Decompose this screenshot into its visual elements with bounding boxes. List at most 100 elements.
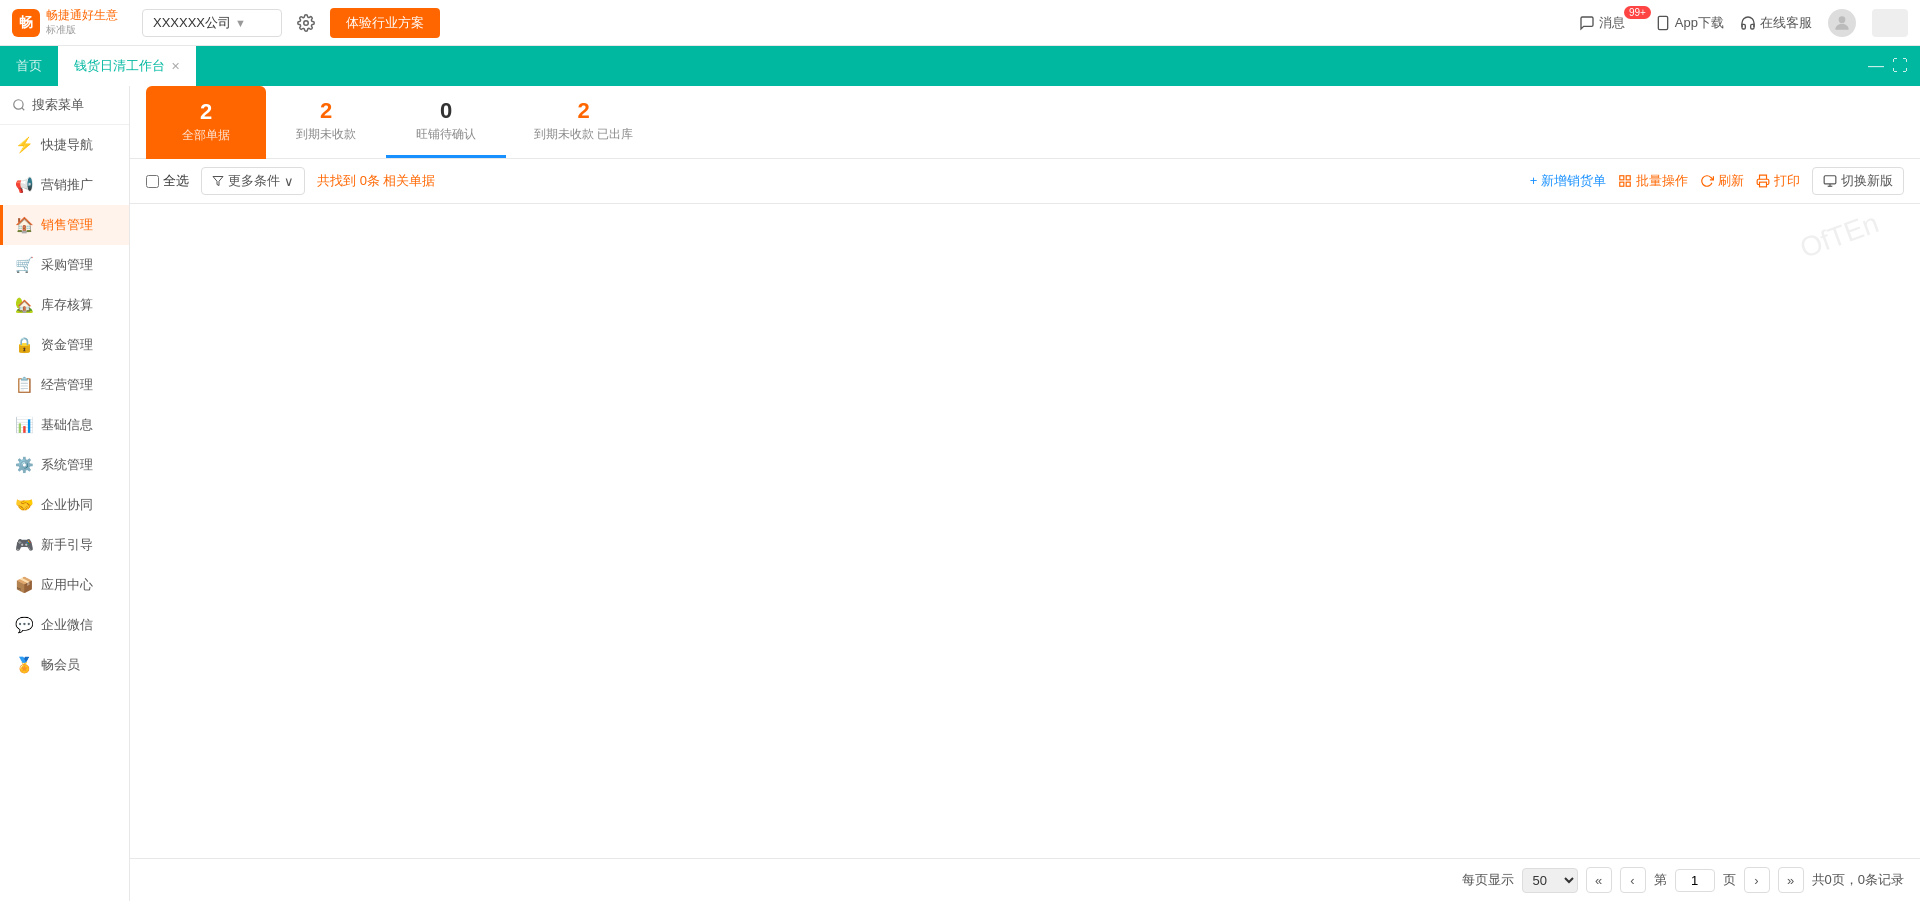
message-btn[interactable]: 消息 99+ — [1579, 14, 1639, 32]
sidebar-search[interactable]: 搜索菜单 — [0, 86, 129, 125]
stats-tab-overdue[interactable]: 2 到期未收款 — [266, 86, 386, 158]
online-service-label: 在线客服 — [1760, 14, 1812, 32]
sidebar-item-sales[interactable]: 🏠 销售管理 — [0, 205, 129, 245]
stats-tabs: 2 全部单据 2 到期未收款 0 旺铺待确认 2 到期未收款 已出库 — [130, 86, 1920, 159]
switch-version-button[interactable]: 切换新版 — [1812, 167, 1904, 195]
sidebar-item-system[interactable]: ⚙️ 系统管理 — [0, 445, 129, 485]
add-sale-button[interactable]: + 新增销货单 — [1530, 172, 1606, 190]
related-text: 相关单据 — [383, 173, 435, 188]
settings-icon[interactable] — [290, 7, 322, 39]
stats-tab-wangpu[interactable]: 0 旺铺待确认 — [386, 86, 506, 158]
svg-point-0 — [304, 20, 309, 25]
last-page-btn[interactable]: » — [1778, 867, 1804, 893]
found-text: 共找到 — [317, 173, 356, 188]
svg-rect-11 — [1760, 182, 1767, 187]
header-right: 消息 99+ App下载 在线客服 — [1579, 9, 1908, 37]
select-all-area[interactable]: 全选 — [146, 172, 189, 190]
sidebar-item-wechat[interactable]: 💬 企业微信 — [0, 605, 129, 645]
stats-tab-all[interactable]: 2 全部单据 — [146, 86, 266, 159]
per-page-label: 每页显示 — [1462, 871, 1514, 889]
app-name: 畅捷通好生意 — [46, 8, 118, 24]
app-download-btn[interactable]: App下载 — [1655, 14, 1724, 32]
svg-rect-7 — [1620, 176, 1624, 180]
trial-button[interactable]: 体验行业方案 — [330, 8, 440, 38]
sidebar-item-label: 畅会员 — [41, 656, 80, 674]
cooperation-icon: 🤝 — [15, 496, 33, 514]
svg-rect-9 — [1620, 182, 1624, 186]
inventory-icon: 🏡 — [15, 296, 33, 314]
watermark: OfTEn — [1796, 207, 1883, 265]
sidebar-item-label: 应用中心 — [41, 576, 93, 594]
sidebar-item-label: 企业协同 — [41, 496, 93, 514]
stats-label-all: 全部单据 — [182, 127, 230, 144]
system-icon: ⚙️ — [15, 456, 33, 474]
logo-text-area: 畅捷通好生意 标准版 — [46, 8, 118, 38]
per-page-select[interactable]: 50 100 200 — [1522, 868, 1578, 893]
guide-icon: 🎮 — [15, 536, 33, 554]
next-page-btn[interactable]: › — [1744, 867, 1770, 893]
tab-minimize-icon[interactable]: — — [1868, 57, 1884, 75]
stats-tab-shipped[interactable]: 2 到期未收款 已出库 — [506, 86, 661, 158]
sidebar: 搜索菜单 ⚡ 快捷导航 📢 营销推广 🏠 销售管理 🛒 采购管理 🏡 库存核算 … — [0, 86, 130, 901]
basic-info-icon: 📊 — [15, 416, 33, 434]
wechat-icon: 💬 — [15, 616, 33, 634]
member-icon: 🏅 — [15, 656, 33, 674]
finance-icon: 🔒 — [15, 336, 33, 354]
select-all-checkbox[interactable] — [146, 175, 159, 188]
logo-icon: 畅 — [12, 9, 40, 37]
current-page-input[interactable] — [1675, 869, 1715, 892]
svg-rect-10 — [1626, 182, 1630, 186]
found-count: 0条 — [360, 173, 380, 188]
app-badge: 标准版 — [46, 23, 118, 37]
online-service-btn[interactable]: 在线客服 — [1740, 14, 1812, 32]
sidebar-item-guide[interactable]: 🎮 新手引导 — [0, 525, 129, 565]
chevron-down-icon: ▼ — [235, 17, 246, 29]
sidebar-item-inventory[interactable]: 🏡 库存核算 — [0, 285, 129, 325]
main-layout: 搜索菜单 ⚡ 快捷导航 📢 营销推广 🏠 销售管理 🛒 采购管理 🏡 库存核算 … — [0, 86, 1920, 901]
company-selector[interactable]: XXXXXX公司 ▼ — [142, 9, 282, 37]
app-center-icon: 📦 — [15, 576, 33, 594]
sidebar-item-quick-nav[interactable]: ⚡ 快捷导航 — [0, 125, 129, 165]
sidebar-item-label: 新手引导 — [41, 536, 93, 554]
svg-rect-8 — [1626, 176, 1630, 180]
filter-button[interactable]: 更多条件 ∨ — [201, 167, 305, 195]
sidebar-item-marketing[interactable]: 📢 营销推广 — [0, 165, 129, 205]
message-label: 消息 — [1599, 14, 1625, 32]
username-area[interactable] — [1872, 9, 1908, 37]
batch-btn-label: 批量操作 — [1636, 172, 1688, 190]
toolbar-right: + 新增销货单 批量操作 刷新 打印 切换新版 — [1530, 167, 1904, 195]
table-area: OfTEn — [130, 204, 1920, 858]
svg-line-5 — [22, 108, 25, 111]
print-btn-label: 打印 — [1774, 172, 1800, 190]
app-download-label: App下载 — [1675, 14, 1724, 32]
company-name: XXXXXX公司 — [153, 14, 231, 32]
sidebar-item-purchase[interactable]: 🛒 采购管理 — [0, 245, 129, 285]
avatar[interactable] — [1828, 9, 1856, 37]
sidebar-item-app-center[interactable]: 📦 应用中心 — [0, 565, 129, 605]
select-all-label: 全选 — [163, 172, 189, 190]
prev-page-btn[interactable]: ‹ — [1620, 867, 1646, 893]
stats-count-wangpu: 0 — [440, 98, 452, 124]
tab-home[interactable]: 首页 — [0, 46, 58, 86]
logo-area: 畅 畅捷通好生意 标准版 — [12, 8, 142, 38]
purchase-icon: 🛒 — [15, 256, 33, 274]
print-button[interactable]: 打印 — [1756, 172, 1800, 190]
batch-operation-button[interactable]: 批量操作 — [1618, 172, 1688, 190]
stats-label-shipped: 到期未收款 已出库 — [534, 126, 633, 143]
filter-label: 更多条件 — [228, 172, 280, 190]
stats-count-shipped: 2 — [578, 98, 590, 124]
sidebar-item-member[interactable]: 🏅 畅会员 — [0, 645, 129, 685]
sidebar-item-basic-info[interactable]: 📊 基础信息 — [0, 405, 129, 445]
refresh-button[interactable]: 刷新 — [1700, 172, 1744, 190]
switch-btn-label: 切换新版 — [1841, 172, 1893, 190]
sidebar-item-operations[interactable]: 📋 经营管理 — [0, 365, 129, 405]
first-page-btn[interactable]: « — [1586, 867, 1612, 893]
svg-point-3 — [1839, 16, 1846, 23]
svg-rect-12 — [1824, 176, 1836, 184]
tab-workbench[interactable]: 钱货日清工作台 ✕ — [58, 46, 196, 86]
sidebar-item-finance[interactable]: 🔒 资金管理 — [0, 325, 129, 365]
tab-maximize-icon[interactable]: ⛶ — [1892, 57, 1908, 75]
tab-close-icon[interactable]: ✕ — [171, 60, 180, 73]
sidebar-item-cooperation[interactable]: 🤝 企业协同 — [0, 485, 129, 525]
toolbar: 全选 更多条件 ∨ 共找到 0条 相关单据 + 新增销货单 批量操作 — [130, 159, 1920, 204]
